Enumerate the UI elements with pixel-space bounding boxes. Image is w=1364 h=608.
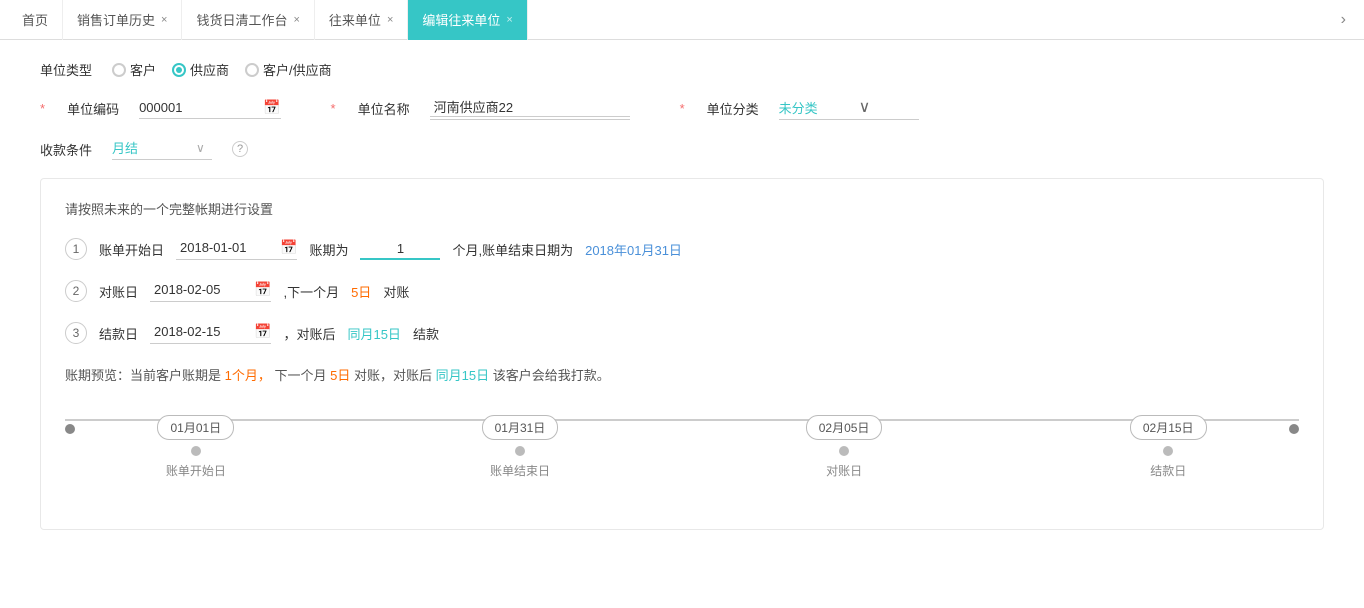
payment-terms-row: 收款条件 月结 ∨ ? (40, 138, 1324, 160)
step1-row: 1 账单开始日 📅 账期为 个月,账单结束日期为 2018年01月31日 (65, 238, 1299, 260)
tab-sales-history[interactable]: 销售订单历史 × (63, 0, 182, 40)
unit-category-select[interactable]: 未分类 ∨ (779, 97, 919, 120)
timeline-start-dot (65, 415, 75, 434)
tab-home[interactable]: 首页 (8, 0, 63, 40)
tl-label-3: 对账日 (826, 462, 862, 479)
radio-supplier[interactable]: 供应商 (172, 60, 229, 79)
unit-category-value: 未分类 (779, 98, 859, 117)
tab-cash-work[interactable]: 钱货日清工作台 × (182, 0, 314, 40)
tl-label-4: 结款日 (1150, 462, 1186, 479)
step3-label: 结款日 (99, 324, 138, 343)
step2-calendar-icon[interactable]: 📅 (254, 281, 271, 298)
preview-text-row: 账期预览：当前客户账期是 1个月， 下一个月 5日 对账，对账后 同月15日 该… (65, 364, 1299, 387)
tl-badge-2: 01月31日 (482, 415, 559, 440)
card-title: 请按照未来的一个完整帐期进行设置 (65, 199, 1299, 218)
timeline-node-4: 02月15日 结款日 (1130, 415, 1207, 479)
unit-category-arrow: ∨ (859, 97, 871, 117)
tl-label-2: 账单结束日 (490, 462, 550, 479)
radio-both[interactable]: 客户/供应商 (245, 60, 332, 79)
timeline-node-3: 02月05日 对账日 (806, 415, 883, 479)
unit-name-wrapper (430, 97, 630, 120)
payment-terms-value: 月结 (112, 138, 192, 157)
unit-code-wrapper: 📅 (139, 99, 280, 119)
preview-period: 1个月， (225, 368, 271, 383)
timeline-node-1: 01月01日 账单开始日 (157, 415, 234, 479)
step2-date-wrapper: 📅 (150, 280, 271, 302)
payment-terms-select[interactable]: 月结 ∨ (112, 138, 212, 160)
payment-terms-help[interactable]: ? (232, 141, 248, 157)
tl-badge-4: 02月15日 (1130, 415, 1207, 440)
timeline: 01月01日 账单开始日 01月31日 账单结束日 02月05日 对账日 (65, 405, 1299, 509)
step1-date-input[interactable] (176, 238, 276, 257)
tl-label-1: 账单开始日 (166, 462, 226, 479)
step1-end-date: 2018年01月31日 (585, 240, 682, 259)
preview-payment-day: 同月15日 (436, 368, 489, 383)
close-cash-work[interactable]: × (293, 14, 299, 26)
unit-type-radio-group: 客户 供应商 客户/供应商 (112, 60, 332, 79)
unit-type-row: 单位类型 客户 供应商 客户/供应商 (40, 60, 1324, 79)
radio-supplier-circle (172, 63, 186, 77)
unit-code-input[interactable] (139, 100, 259, 115)
tab-edit-partner[interactable]: 编辑往来单位 × (408, 0, 527, 40)
unit-category-label: 单位分类 (707, 99, 759, 118)
step1-date-wrapper: 📅 (176, 238, 297, 260)
radio-customer-circle (112, 63, 126, 77)
payment-terms-arrow: ∨ (196, 141, 205, 155)
main-content: 单位类型 客户 供应商 客户/供应商 * 单位编码 📅 * 单位名称 (0, 40, 1364, 608)
period-settings-card: 请按照未来的一个完整帐期进行设置 1 账单开始日 📅 账期为 个月,账单结束日期… (40, 178, 1324, 530)
unit-type-label: 单位类型 (40, 60, 92, 79)
step2-day-highlight: 5日 (351, 282, 371, 301)
step3-calendar-icon[interactable]: 📅 (254, 323, 271, 340)
step1-calendar-icon[interactable]: 📅 (280, 239, 297, 256)
step1-label: 账单开始日 (99, 240, 164, 259)
radio-customer[interactable]: 客户 (112, 60, 156, 79)
timeline-end-dot (1289, 415, 1299, 434)
step1-period-label: 账期为 (309, 240, 348, 259)
step2-label: 对账日 (99, 282, 138, 301)
step2-row: 2 对账日 📅 ,下一个月 5日 对账 (65, 280, 1299, 302)
step1-period-input[interactable] (360, 239, 440, 260)
tl-badge-1: 01月01日 (157, 415, 234, 440)
step1-period-unit: 个月,账单结束日期为 (452, 240, 573, 259)
tab-partner[interactable]: 往来单位 × (315, 0, 408, 40)
timeline-node-2: 01月31日 账单结束日 (482, 415, 559, 479)
payment-terms-label: 收款条件 (40, 140, 92, 159)
step3-day-highlight: 同月15日 (347, 324, 400, 343)
preview-reconcile-day: 5日 (330, 368, 350, 383)
unit-code-icon[interactable]: 📅 (263, 99, 280, 116)
close-partner[interactable]: × (387, 14, 393, 26)
tl-badge-3: 02月05日 (806, 415, 883, 440)
step3-row: 3 结款日 📅 ，对账后 同月15日 结款 (65, 322, 1299, 344)
unit-name-label: 单位名称 (358, 99, 410, 118)
close-sales-history[interactable]: × (161, 14, 167, 26)
step1-num: 1 (65, 238, 87, 260)
step2-num: 2 (65, 280, 87, 302)
step3-date-input[interactable] (150, 322, 250, 341)
step3-date-wrapper: 📅 (150, 322, 271, 344)
unit-info-row: * 单位编码 📅 * 单位名称 * 单位分类 未分类 ∨ (40, 97, 1324, 120)
step3-num: 3 (65, 322, 87, 344)
unit-name-input[interactable] (430, 97, 630, 117)
tabs-bar: 首页 销售订单历史 × 钱货日清工作台 × 往来单位 × 编辑往来单位 × › (0, 0, 1364, 40)
close-edit-partner[interactable]: × (506, 14, 512, 26)
radio-both-circle (245, 63, 259, 77)
step2-date-input[interactable] (150, 280, 250, 299)
unit-code-label: 单位编码 (67, 99, 119, 118)
tabs-more-arrow[interactable]: › (1331, 11, 1356, 29)
